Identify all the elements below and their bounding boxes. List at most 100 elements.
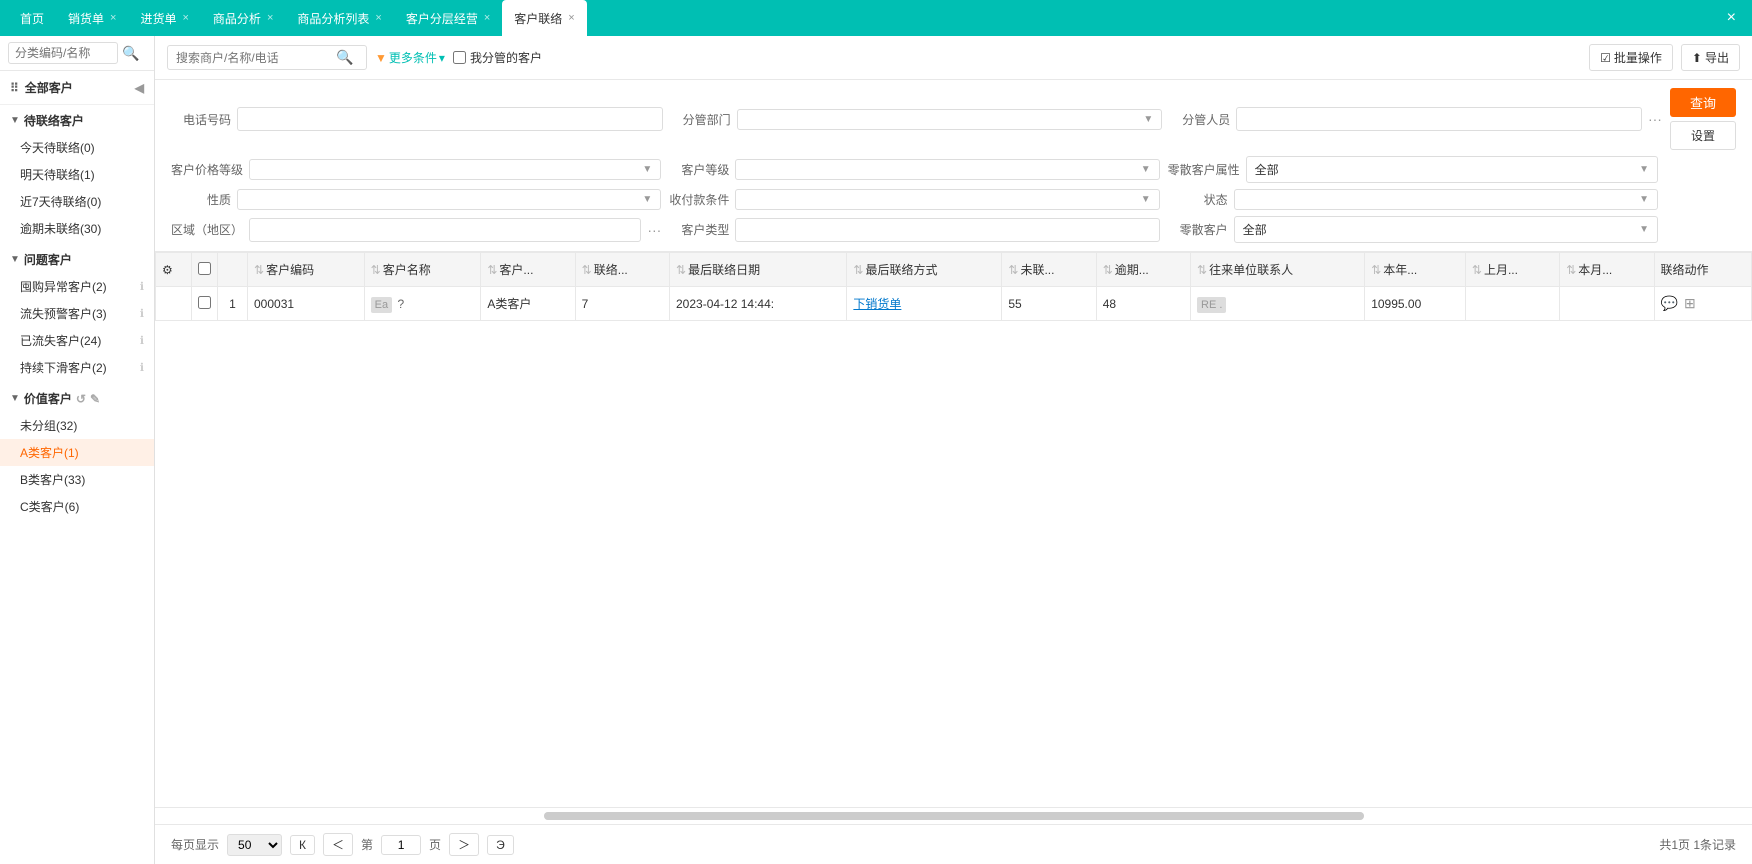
- phone-input[interactable]: [237, 107, 663, 131]
- region-dots-button[interactable]: ···: [647, 222, 661, 238]
- next-page-button[interactable]: ＞: [449, 833, 479, 856]
- filter-cell-dept: 分管部门 ▼: [671, 109, 1163, 130]
- sidebar-item-churned[interactable]: 已流失客户(24) ℹ: [0, 327, 154, 354]
- tab-sales[interactable]: 销货单 ×: [56, 0, 128, 36]
- filter-cell-region: 区域（地区） ···: [171, 218, 661, 242]
- col-last-date-sort-icon: ⇅: [676, 263, 686, 277]
- settings-icon[interactable]: ⚙: [162, 263, 173, 277]
- sidebar-item-churn-warning[interactable]: 流失预警客户(3) ℹ: [0, 300, 154, 327]
- row-code-cell: 000031: [248, 287, 365, 321]
- batch-ops-button[interactable]: ☑ 批量操作: [1589, 44, 1673, 71]
- cust-level-label: 客户等级: [669, 161, 729, 178]
- search-box: 🔍: [167, 45, 367, 70]
- retail-attr-arrow: ▼: [1639, 164, 1649, 175]
- sidebar-item-c-customers[interactable]: C类客户(6): [0, 493, 154, 520]
- edit-icon[interactable]: ✎: [90, 392, 100, 406]
- filter-cell-retail-attr: 零散客户属性 全部 ▼: [1168, 156, 1658, 183]
- sidebar-search-area: 🔍: [0, 36, 154, 71]
- select-all-checkbox[interactable]: [198, 262, 211, 275]
- retail-cust-arrow: ▼: [1639, 224, 1649, 235]
- main-search-icon[interactable]: 🔍: [336, 49, 353, 66]
- nature-select[interactable]: ▼: [237, 189, 661, 210]
- sidebar-item-abnormal-buy[interactable]: 囤购异常客户(2) ℹ: [0, 273, 154, 300]
- value-customers-title[interactable]: ▼ 价值客户 ↺ ✎: [0, 385, 154, 412]
- dept-select-arrow: ▼: [1143, 114, 1153, 125]
- close-customer-segment-tab[interactable]: ×: [484, 12, 490, 24]
- sidebar-item-tomorrow[interactable]: 明天待联络(1): [0, 161, 154, 188]
- chat-icon[interactable]: 💬: [1661, 295, 1678, 312]
- export-button[interactable]: ⬆ 导出: [1681, 44, 1740, 71]
- retail-attr-select[interactable]: 全部 ▼: [1246, 156, 1658, 183]
- tab-home[interactable]: 首页: [8, 0, 56, 36]
- more-filters-button[interactable]: ▼ 更多条件 ▾: [375, 49, 445, 66]
- scroll-thumb[interactable]: [544, 812, 1364, 820]
- query-button[interactable]: 查询: [1670, 88, 1736, 117]
- tab-customer-segment[interactable]: 客户分层经营 ×: [394, 0, 502, 36]
- setting-button[interactable]: 设置: [1670, 121, 1736, 150]
- per-page-select[interactable]: 50 100 200: [227, 834, 282, 856]
- close-all-button[interactable]: ×: [1719, 5, 1744, 31]
- sidebar-item-7days[interactable]: 近7天待联络(0): [0, 188, 154, 215]
- manager-dots-button[interactable]: ···: [1648, 111, 1662, 127]
- dept-select[interactable]: ▼: [737, 109, 1163, 130]
- chevron-down-icon: ▾: [439, 51, 445, 65]
- dept-label: 分管部门: [671, 111, 731, 128]
- payment-select[interactable]: ▼: [735, 189, 1159, 210]
- grid-icon: ⠿: [10, 81, 19, 95]
- row-checkbox-cell: [192, 287, 218, 321]
- my-customers-checkbox[interactable]: [453, 51, 466, 64]
- price-level-arrow: ▼: [642, 164, 652, 175]
- row-checkbox[interactable]: [198, 296, 211, 309]
- prev-page-button[interactable]: ＜: [323, 833, 353, 856]
- row-name-cell: Ea ?: [364, 287, 481, 321]
- table-row: 1 000031 Ea ? A类客户 7: [156, 287, 1752, 321]
- sidebar-item-declining[interactable]: 持续下滑客户(2) ℹ: [0, 354, 154, 381]
- sidebar-search-icon[interactable]: 🔍: [122, 45, 139, 62]
- qr-icon[interactable]: ⊞: [1684, 295, 1696, 312]
- tab-customer-contact[interactable]: 客户联络 ×: [502, 0, 586, 36]
- row-actions: 💬 ⊞: [1661, 295, 1745, 312]
- last-method-link[interactable]: 下销货单: [853, 297, 901, 311]
- table-header-row: ⚙ ⇅ 客户编码: [156, 253, 1752, 287]
- col-company-contact: ⇅ 往来单位联系人: [1191, 253, 1365, 287]
- sidebar-all-customers-header: ⠿ 全部客户 ◀: [0, 71, 154, 105]
- tab-goods-analysis[interactable]: 商品分析 ×: [201, 0, 285, 36]
- col-no-contact: ⇅ 未联...: [1002, 253, 1096, 287]
- close-purchase-tab[interactable]: ×: [182, 12, 188, 24]
- total-records-info: 共1页 1条记录: [1659, 836, 1736, 853]
- last-page-button[interactable]: Э: [487, 835, 514, 855]
- pending-contact-title[interactable]: ▼ 待联络客户: [0, 107, 154, 134]
- cust-type-input[interactable]: [735, 218, 1159, 242]
- manager-input[interactable]: [1236, 107, 1642, 131]
- tab-purchase[interactable]: 进货单 ×: [128, 0, 200, 36]
- sidebar-item-b-customers[interactable]: B类客户(33): [0, 466, 154, 493]
- close-sales-tab[interactable]: ×: [110, 12, 116, 24]
- filter-cell-cust-type: 客户类型: [669, 218, 1159, 242]
- page-number-label: 第: [361, 836, 373, 853]
- close-goods-analysis-tab[interactable]: ×: [267, 12, 273, 24]
- payment-label: 收付款条件: [669, 191, 729, 208]
- sidebar-item-today[interactable]: 今天待联络(0): [0, 134, 154, 161]
- main-search-input[interactable]: [176, 51, 336, 65]
- region-input[interactable]: [249, 218, 641, 242]
- sidebar-item-overdue[interactable]: 逾期未联络(30): [0, 215, 154, 242]
- close-goods-analysis-list-tab[interactable]: ×: [375, 12, 381, 24]
- refresh-icon[interactable]: ↺: [76, 392, 86, 406]
- price-level-select[interactable]: ▼: [249, 159, 661, 180]
- first-page-button[interactable]: К: [290, 835, 315, 855]
- problem-customers-title[interactable]: ▼ 问题客户: [0, 246, 154, 273]
- status-select[interactable]: ▼: [1234, 189, 1658, 210]
- cust-level-select[interactable]: ▼: [735, 159, 1159, 180]
- close-customer-contact-tab[interactable]: ×: [568, 12, 574, 24]
- page-number-input[interactable]: [381, 835, 421, 855]
- row-this-year-cell: 10995.00: [1365, 287, 1466, 321]
- sidebar-search-input[interactable]: [8, 42, 118, 64]
- customer-table: ⚙ ⇅ 客户编码: [155, 252, 1752, 321]
- sidebar-collapse-icon[interactable]: ◀: [135, 81, 144, 95]
- col-settings[interactable]: ⚙: [156, 253, 192, 287]
- tab-goods-analysis-list[interactable]: 商品分析列表 ×: [285, 0, 393, 36]
- sidebar-item-a-customers[interactable]: A类客户(1): [0, 439, 154, 466]
- sidebar-item-ungrouped[interactable]: 未分组(32): [0, 412, 154, 439]
- retail-cust-select[interactable]: 全部 ▼: [1234, 216, 1658, 243]
- page-total-label: 页: [429, 836, 441, 853]
